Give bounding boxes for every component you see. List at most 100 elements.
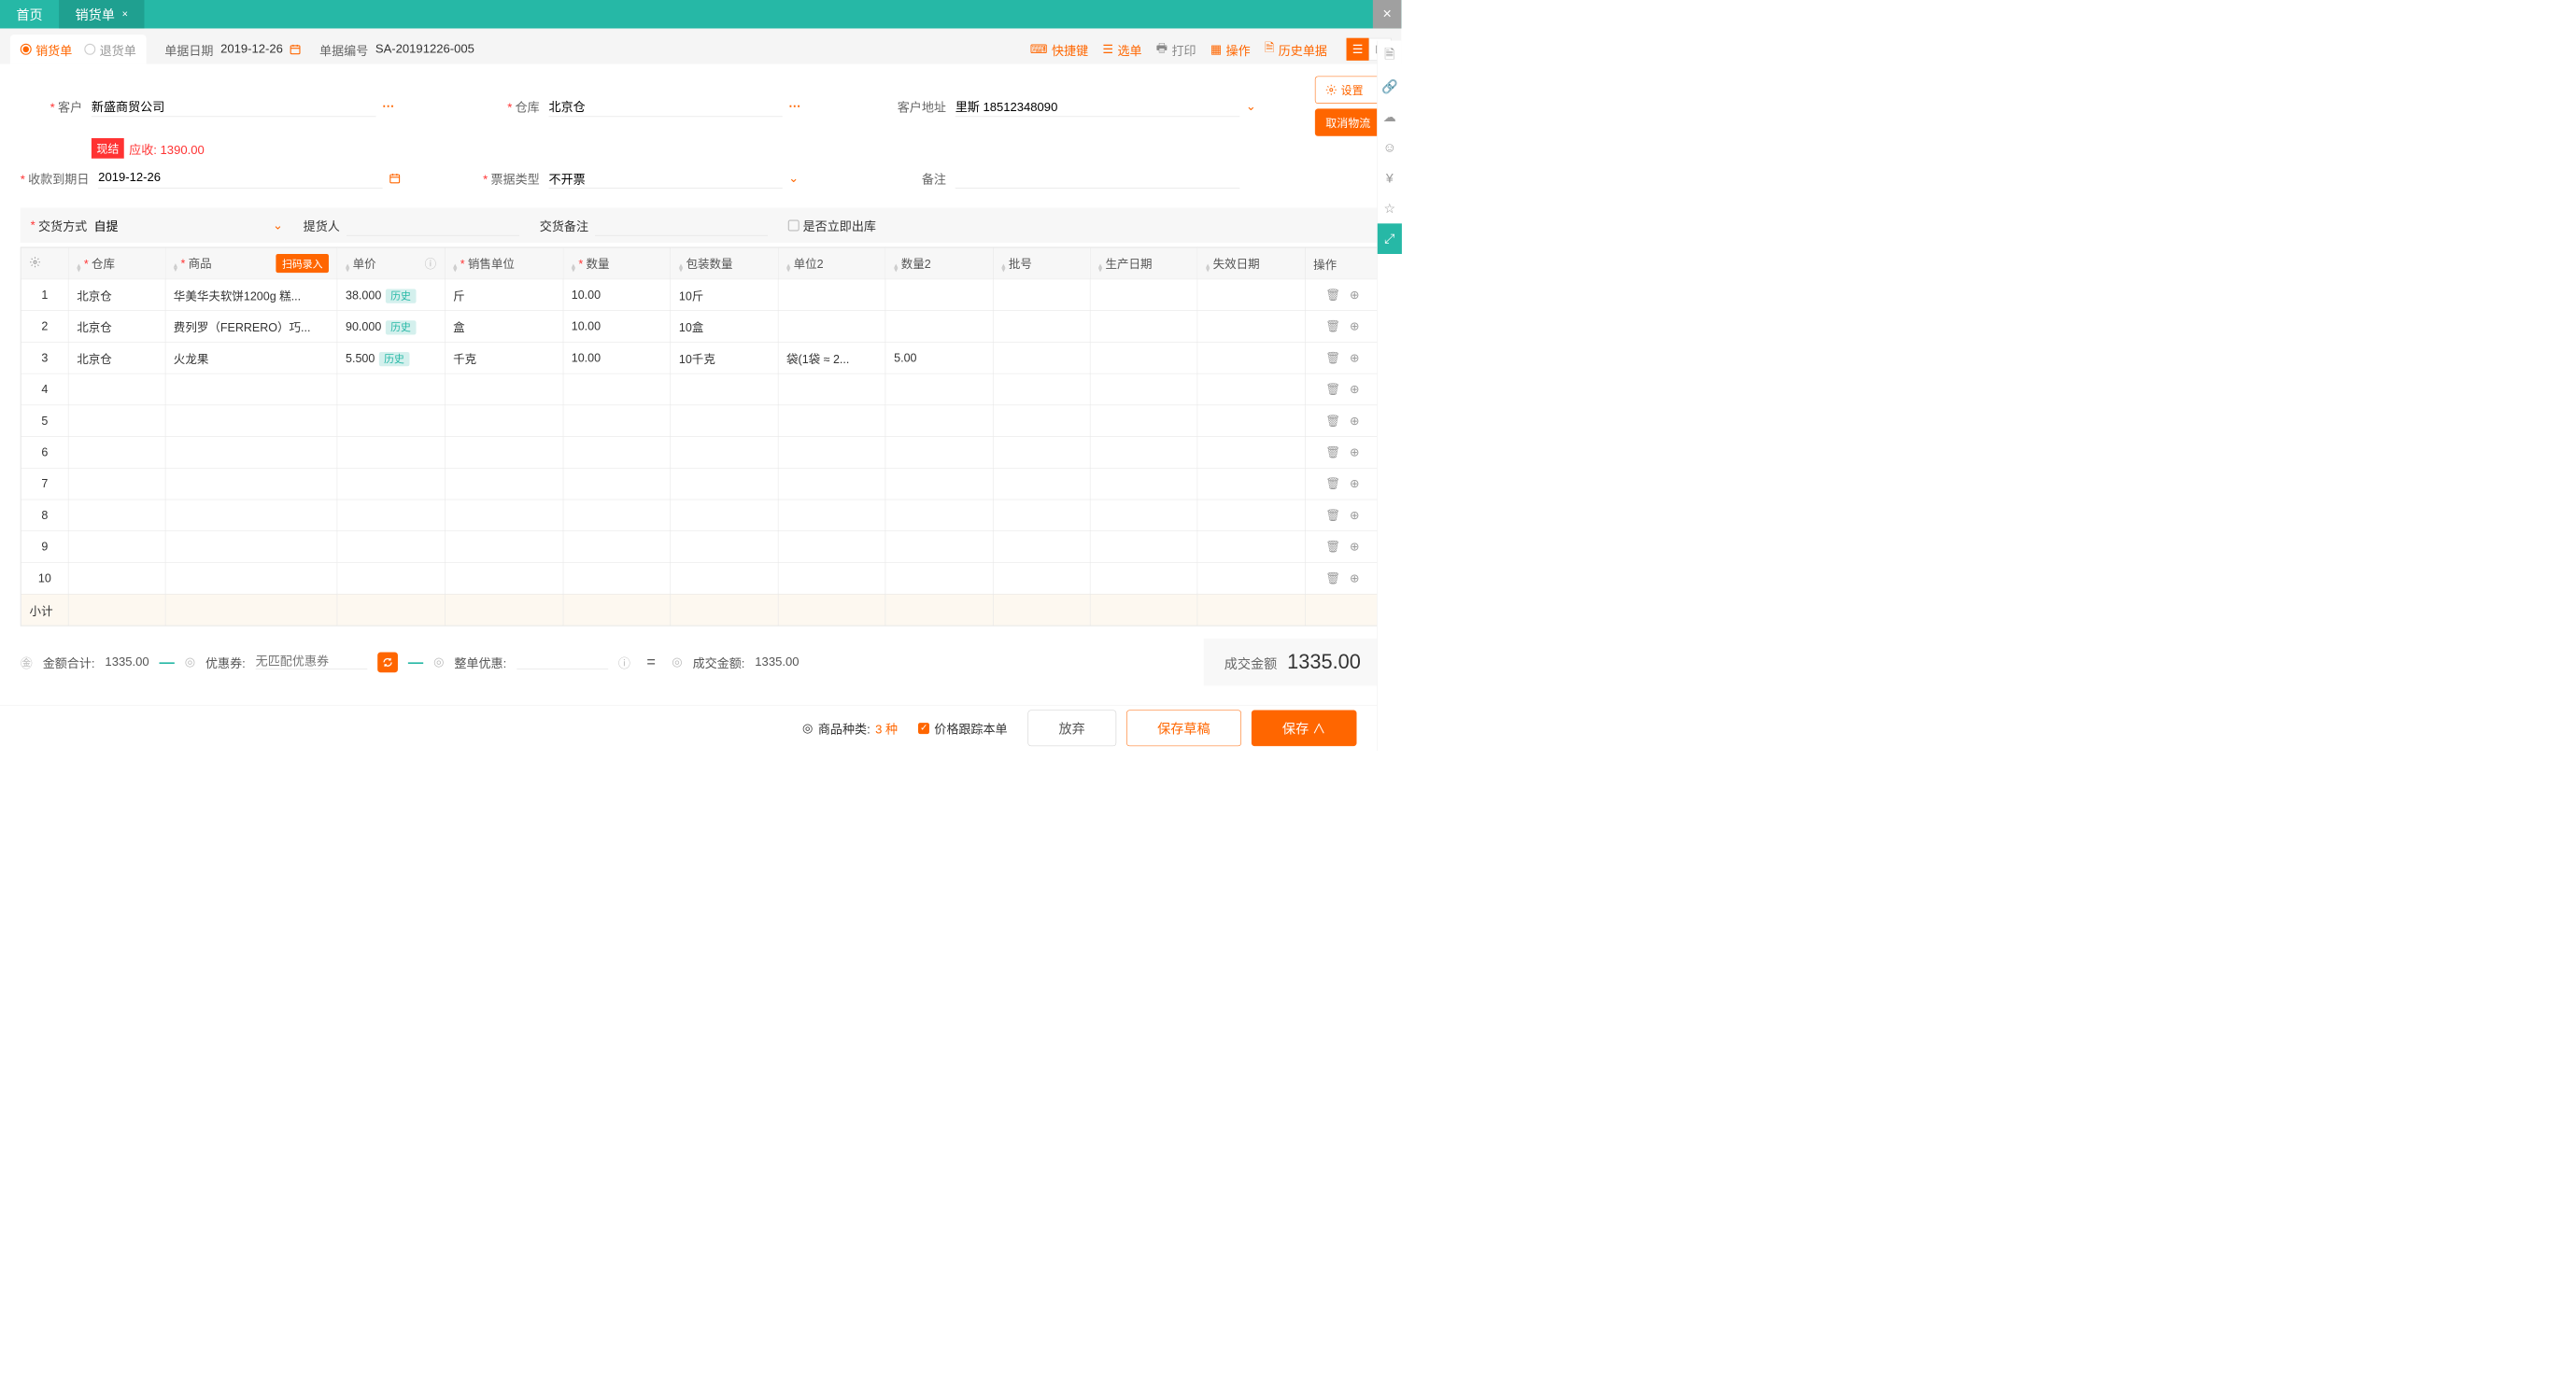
table-row[interactable]: 8 🗑⊕ <box>21 500 1380 531</box>
delivery-method-input[interactable] <box>93 215 266 235</box>
add-icon[interactable]: ⊕ <box>1350 414 1359 428</box>
view-list-button[interactable]: ☰ <box>1347 38 1369 61</box>
chevron-down-icon[interactable]: ⌄ <box>273 218 283 232</box>
col-settings[interactable] <box>21 247 69 279</box>
table-row[interactable]: 9 🗑⊕ <box>21 531 1380 563</box>
rail-expand-icon[interactable]: ⤢ <box>1378 223 1402 254</box>
window-close-button[interactable]: × <box>1373 0 1401 28</box>
addr-input[interactable] <box>955 96 1240 117</box>
total-label: 金额合计: <box>43 654 95 671</box>
radio-sale[interactable]: 销货单 <box>21 40 72 58</box>
radio-return[interactable]: 退货单 <box>84 40 135 58</box>
col-qty[interactable]: ▴▾*数量 <box>563 247 671 279</box>
history-badge[interactable]: 历史 <box>379 352 410 366</box>
discard-button[interactable]: 放弃 <box>1027 711 1116 747</box>
customer-input[interactable] <box>92 96 376 117</box>
col-unit[interactable]: ▴▾*销售单位 <box>445 247 563 279</box>
col-unit2[interactable]: ▴▾单位2 <box>778 247 885 279</box>
remark-input[interactable] <box>955 168 1240 189</box>
history-badge[interactable]: 历史 <box>386 320 417 334</box>
delete-icon[interactable]: 🗑 <box>1325 288 1340 302</box>
bill-type-input[interactable] <box>549 168 783 189</box>
table-row[interactable]: 5 🗑⊕ <box>21 405 1380 437</box>
track-price-checkbox[interactable] <box>918 723 929 734</box>
save-button[interactable]: 保存 ∧ <box>1252 711 1357 747</box>
add-icon[interactable]: ⊕ <box>1350 383 1359 397</box>
table-row[interactable]: 3 北京仓火龙果 5.500历史 千克10.0010千克 袋(1袋 ≈ 2...… <box>21 342 1380 373</box>
delete-icon[interactable]: 🗑 <box>1325 540 1340 554</box>
delete-icon[interactable]: 🗑 <box>1325 383 1340 397</box>
save-draft-button[interactable]: 保存草稿 <box>1126 711 1241 747</box>
add-icon[interactable]: ⊕ <box>1350 319 1359 333</box>
help-icon[interactable]: ⓘ <box>618 654 630 671</box>
add-icon[interactable]: ⊕ <box>1350 477 1359 491</box>
delete-icon[interactable]: 🗑 <box>1325 445 1340 459</box>
rail-user-icon[interactable]: ☺ <box>1378 132 1402 162</box>
col-batch[interactable]: ▴▾批号 <box>993 247 1090 279</box>
order-discount-input[interactable] <box>517 655 608 669</box>
add-icon[interactable]: ⊕ <box>1350 288 1359 302</box>
cancel-logistics-button[interactable]: 取消物流 <box>1315 108 1381 135</box>
add-icon[interactable]: ⊕ <box>1350 351 1359 365</box>
add-icon[interactable]: ⊕ <box>1350 445 1359 459</box>
table-row[interactable]: 6 🗑⊕ <box>21 437 1380 469</box>
shortcut-button[interactable]: ⌨快捷键 <box>1030 40 1088 58</box>
table-row[interactable]: 7 🗑⊕ <box>21 468 1380 500</box>
table-row[interactable]: 10 🗑⊕ <box>21 562 1380 594</box>
delete-icon[interactable]: 🗑 <box>1325 477 1340 491</box>
table-row[interactable]: 4 🗑⊕ <box>21 373 1380 405</box>
sort-icon: ▴▾ <box>1098 264 1102 273</box>
col-exp-date[interactable]: ▴▾失效日期 <box>1197 247 1305 279</box>
table-row[interactable]: 2 北京仓费列罗（FERRERO）巧... 90.000历史 盒10.0010盒… <box>21 311 1380 343</box>
warehouse-input[interactable] <box>549 96 783 117</box>
close-icon[interactable]: × <box>122 8 128 21</box>
customer-lookup-icon[interactable]: ⋯ <box>382 99 395 114</box>
rail-notes-icon[interactable]: 🗎 <box>1378 41 1402 72</box>
delivery-remark-input[interactable] <box>595 215 768 235</box>
delete-icon[interactable]: 🗑 <box>1325 509 1340 523</box>
table-row[interactable]: 1 北京仓华美华夫软饼1200g 糕... 38.000历史 斤10.0010斤… <box>21 279 1380 311</box>
rail-cloud-icon[interactable]: ☁ <box>1378 102 1402 133</box>
history-button[interactable]: 🗎历史单据 <box>1265 39 1327 60</box>
due-date-input[interactable] <box>98 168 383 189</box>
tab-sales-order[interactable]: 销货单× <box>59 0 144 28</box>
rail-price-icon[interactable]: ¥ <box>1378 162 1402 193</box>
coupon-label: 优惠券: <box>205 654 246 671</box>
chevron-down-icon[interactable]: ⌄ <box>788 171 799 186</box>
calendar-icon[interactable] <box>389 172 401 184</box>
rail-link-icon[interactable]: 🔗 <box>1378 71 1402 102</box>
chevron-down-icon[interactable]: ⌄ <box>1246 99 1256 114</box>
scan-button[interactable]: 扫码录入 <box>276 254 329 273</box>
select-order-button[interactable]: ☰选单 <box>1102 40 1141 58</box>
refresh-button[interactable] <box>377 652 398 672</box>
col-prod-date[interactable]: ▴▾生产日期 <box>1090 247 1197 279</box>
history-badge[interactable]: 历史 <box>386 289 417 303</box>
ship-now-checkbox[interactable] <box>788 219 800 231</box>
operate-button[interactable]: ▦操作 <box>1210 40 1251 58</box>
col-qty2[interactable]: ▴▾数量2 <box>885 247 993 279</box>
coupon-input[interactable] <box>256 655 368 669</box>
settings-button[interactable]: 设置 <box>1315 77 1381 104</box>
pickup-input[interactable] <box>347 215 519 235</box>
addr-label: 客户地址 <box>885 97 955 115</box>
delete-icon[interactable]: 🗑 <box>1325 319 1340 333</box>
col-price[interactable]: ▴▾单价ⓘ <box>337 247 445 279</box>
col-product[interactable]: ▴▾*商品扫码录入 <box>165 247 337 279</box>
warehouse-lookup-icon[interactable]: ⋯ <box>788 99 801 114</box>
delete-icon[interactable]: 🗑 <box>1325 414 1340 428</box>
doc-date-value[interactable]: 2019-12-26 <box>220 42 283 56</box>
rail-star-icon[interactable]: ☆ <box>1378 193 1402 224</box>
add-icon[interactable]: ⊕ <box>1350 571 1359 585</box>
delete-icon[interactable]: 🗑 <box>1325 351 1340 365</box>
print-button[interactable]: 🖶打印 <box>1156 39 1196 60</box>
delete-icon[interactable]: 🗑 <box>1325 571 1340 585</box>
sort-icon: ▴▾ <box>679 264 683 273</box>
tab-home[interactable]: 首页 <box>0 0 59 28</box>
col-warehouse[interactable]: ▴▾*仓库 <box>68 247 165 279</box>
col-pack[interactable]: ▴▾包装数量 <box>671 247 778 279</box>
add-icon[interactable]: ⊕ <box>1350 540 1359 554</box>
add-icon[interactable]: ⊕ <box>1350 509 1359 523</box>
calendar-icon[interactable] <box>289 43 301 55</box>
top-bar: 首页 销货单× × <box>0 0 1401 28</box>
help-icon[interactable]: ⓘ <box>425 255 437 272</box>
